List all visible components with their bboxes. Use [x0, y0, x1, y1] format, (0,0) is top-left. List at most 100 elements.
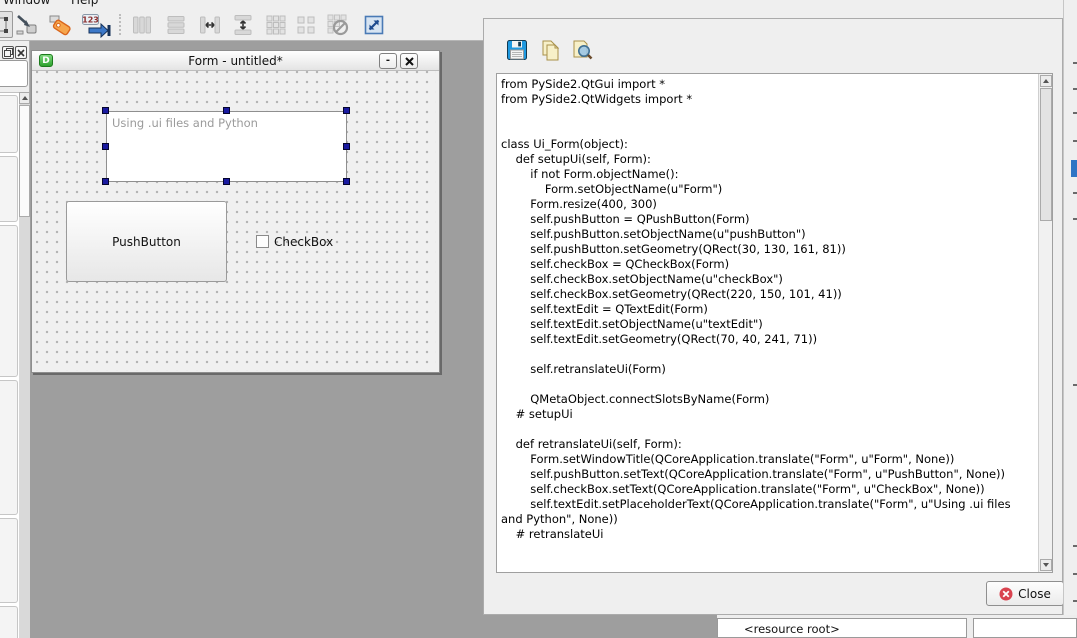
find-icon: [571, 39, 595, 62]
form-canvas[interactable]: Using .ui files and Python PushButton Ch…: [36, 71, 436, 371]
pushbutton-widget[interactable]: PushButton: [66, 201, 227, 282]
close-icon: [405, 57, 414, 66]
code-preview-dialog: from PySide2.QtGui import * from PySide2…: [483, 18, 1063, 615]
truncated-text-fragment: [1073, 88, 1077, 90]
widget-filter-input[interactable]: [0, 60, 28, 87]
scrollbar-thumb[interactable]: [1040, 88, 1052, 221]
edit-tab-order-icon: 123: [81, 12, 111, 38]
close-dialog-button[interactable]: Close: [986, 581, 1064, 606]
close-icon: [17, 49, 25, 57]
edit-signals-slots-button[interactable]: [13, 11, 41, 38]
checkbox-label: CheckBox: [274, 235, 333, 249]
textedit-placeholder: Using .ui files and Python: [107, 112, 346, 134]
adjust-size-button[interactable]: [360, 11, 388, 38]
layout-vertical-splitter-button[interactable]: [229, 11, 257, 38]
widget-box-scrollbar[interactable]: [19, 92, 30, 638]
selection-handle-bottom-right[interactable]: [343, 178, 350, 185]
widget-box-category[interactable]: [0, 380, 18, 515]
layout-horizontal-splitter-icon: [198, 13, 222, 37]
selected-row-fragment[interactable]: [1071, 160, 1077, 177]
checkbox-indicator[interactable]: [256, 235, 269, 248]
truncated-text-fragment: [1073, 192, 1077, 194]
layout-vertically-icon: [164, 13, 188, 37]
triangle-up-icon: [1043, 79, 1049, 83]
selection-handle-top[interactable]: [223, 107, 230, 114]
widget-box-category[interactable]: [0, 156, 18, 222]
triangle-down-icon: [1043, 563, 1049, 567]
dock-float-button[interactable]: [2, 46, 14, 59]
layout-horizontally-icon: [130, 13, 154, 37]
truncated-text-fragment: [1073, 600, 1077, 602]
save-icon: [506, 39, 530, 61]
edit-buddies-icon: [48, 12, 74, 38]
code-scrollbar[interactable]: [1038, 74, 1052, 572]
copy-button[interactable]: [539, 39, 563, 63]
edit-signals-slots-icon: [15, 13, 39, 37]
selection-handle-top-right[interactable]: [343, 107, 350, 114]
truncated-text-fragment: [1073, 545, 1077, 547]
widget-box-category[interactable]: [0, 518, 18, 603]
selection-handle-bottom-left[interactable]: [102, 178, 109, 185]
layout-horizontal-splitter-button[interactable]: [196, 11, 224, 38]
tab-order-123-label: 123: [82, 15, 99, 24]
checkbox-widget[interactable]: CheckBox: [256, 221, 357, 262]
resource-root-item[interactable]: <resource root>: [717, 618, 967, 638]
scrollbar-thumb[interactable]: [19, 105, 30, 217]
widget-box-category[interactable]: [0, 606, 18, 638]
layout-form-button[interactable]: [294, 11, 318, 38]
widget-box-category[interactable]: [0, 225, 18, 377]
layout-vertical-splitter-icon: [231, 13, 255, 37]
toolbar: 123: [0, 8, 483, 41]
selection-handle-left[interactable]: [102, 143, 109, 150]
truncated-text-fragment: [1073, 140, 1077, 142]
code-text: from PySide2.QtGui import * from PySide2…: [497, 74, 1037, 542]
scroll-up-button[interactable]: [1040, 75, 1052, 87]
triangle-up-icon: [22, 96, 28, 100]
form-window-title: Form - untitled*: [32, 54, 439, 68]
layout-horizontally-button[interactable]: [128, 11, 156, 38]
break-layout-icon: [326, 13, 350, 37]
widget-box-list: [0, 93, 19, 638]
code-view[interactable]: from PySide2.QtGui import * from PySide2…: [496, 73, 1053, 573]
menu-window[interactable]: Window: [3, 0, 50, 7]
layout-grid-button[interactable]: [262, 11, 290, 38]
find-button[interactable]: [571, 39, 595, 63]
adjust-size-icon: [362, 13, 386, 37]
edit-widgets-button[interactable]: [0, 11, 13, 38]
truncated-text-fragment: [1073, 384, 1077, 386]
menubar: Window Help: [0, 0, 483, 8]
truncated-text-fragment: [1073, 112, 1077, 114]
form-editor-window: D Form - untitled* - Using .ui files and…: [31, 50, 440, 373]
close-button-label: Close: [1018, 587, 1051, 601]
qt-designer-screen: Window Help: [0, 0, 1077, 638]
truncated-text-fragment: [1073, 62, 1077, 64]
edit-buddies-button[interactable]: [47, 11, 75, 38]
resource-browser-strip: <resource root>: [717, 615, 1077, 638]
menu-help[interactable]: Help: [71, 0, 98, 7]
dock-close-button[interactable]: [15, 46, 27, 59]
textedit-widget[interactable]: Using .ui files and Python: [106, 111, 347, 182]
edit-widgets-icon: [0, 14, 10, 36]
selection-handle-bottom[interactable]: [223, 178, 230, 185]
resource-panel-cutoff: [973, 618, 1077, 638]
selection-handle-top-left[interactable]: [102, 107, 109, 114]
widget-box-category[interactable]: [0, 95, 18, 153]
widget-box-dock: [0, 41, 30, 638]
copy-icon: [539, 39, 563, 62]
scroll-down-button[interactable]: [1040, 559, 1052, 571]
close-window-button[interactable]: [400, 53, 418, 69]
layout-vertically-button[interactable]: [162, 11, 190, 38]
toolbar-separator: [119, 14, 121, 35]
close-dialog-icon: [999, 587, 1013, 601]
scroll-up-button[interactable]: [19, 92, 30, 104]
layout-form-icon: [295, 14, 317, 36]
edit-tab-order-button[interactable]: 123: [80, 11, 112, 38]
float-window-icon: [4, 48, 13, 57]
minimize-button[interactable]: -: [379, 53, 397, 69]
truncated-text-fragment: [1073, 218, 1077, 220]
selection-handle-right[interactable]: [343, 143, 350, 150]
break-layout-button[interactable]: [324, 11, 352, 38]
form-window-titlebar[interactable]: D Form - untitled* -: [32, 51, 439, 71]
save-button[interactable]: [506, 39, 530, 63]
layout-grid-icon: [264, 13, 288, 37]
